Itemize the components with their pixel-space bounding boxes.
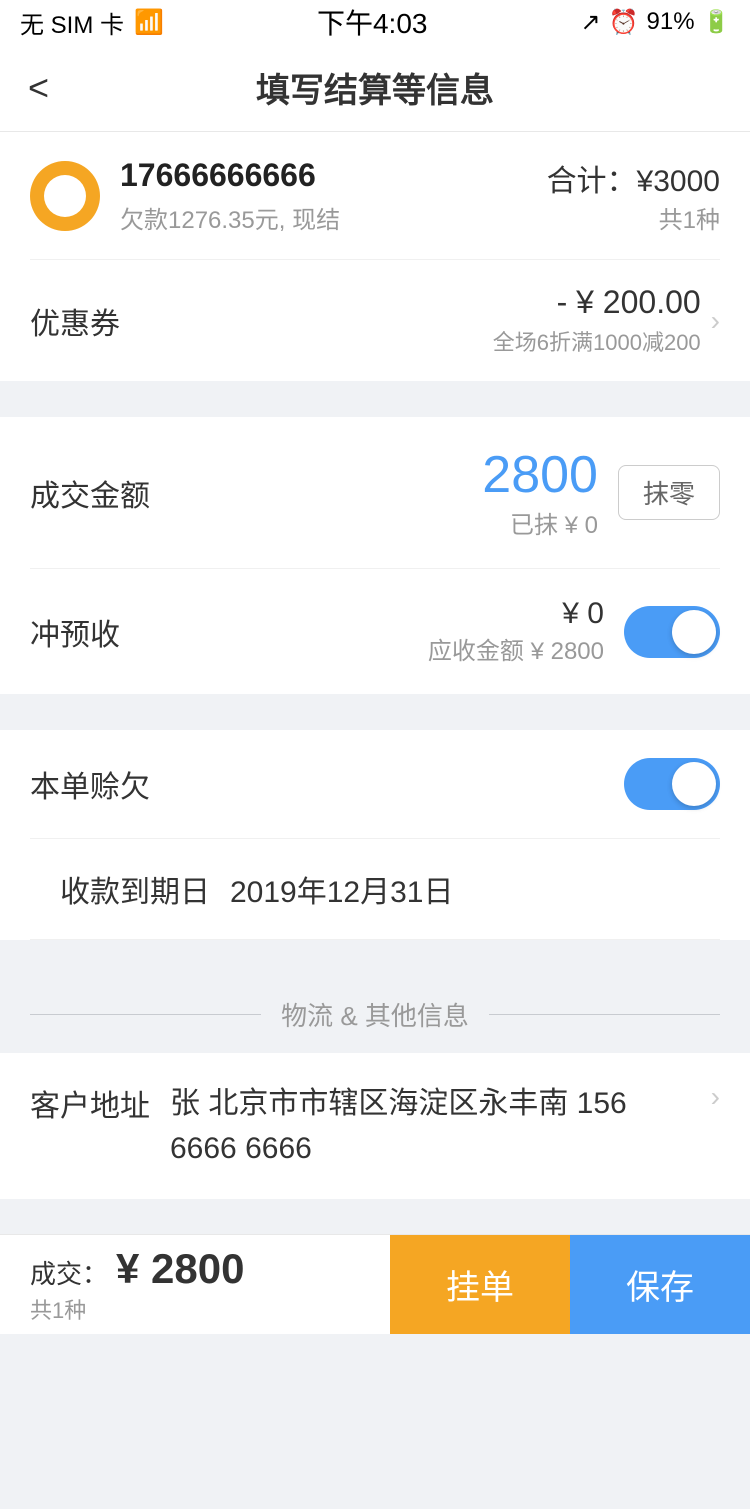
already-zero-text: 已抹 ¥ 0: [510, 505, 598, 540]
chevron-right-icon: ›: [711, 305, 720, 337]
bottom-bar: 成交： ¥ 2800 共1种 挂单 保存: [0, 1234, 750, 1334]
nav-bar: < 填写结算等信息: [0, 44, 750, 132]
bottom-count: 共1种: [30, 1293, 360, 1325]
deal-amount-col: 2800 已抹 ¥ 0: [482, 445, 598, 540]
bottom-info: 成交： ¥ 2800 共1种: [0, 1235, 390, 1334]
total-count: 共1种: [547, 200, 720, 235]
user-phone: 17666666666: [120, 157, 340, 194]
section-title-row: 物流 & 其他信息: [0, 976, 750, 1053]
battery-icon: 🔋: [703, 9, 730, 35]
gray-separator-2: [0, 710, 750, 730]
bottom-deal-label: 成交：: [30, 1254, 108, 1291]
hang-order-button[interactable]: 挂单: [390, 1235, 570, 1334]
bottom-deal-amount: ¥ 2800: [116, 1245, 244, 1293]
section-line-left: [30, 1014, 261, 1015]
user-row: 17666666666 欠款1276.35元, 现结 合计：¥3000 共1种: [0, 132, 750, 259]
chong-yushou-amount: ¥ 0: [562, 597, 604, 631]
total-amount: 合计：¥3000: [547, 156, 720, 200]
avatar: [30, 161, 100, 231]
gray-separator-3: [0, 956, 750, 976]
chong-yushou-row: 冲预收 ¥ 0 应收金额 ¥ 2800: [30, 569, 720, 694]
status-time: 下午4:03: [317, 2, 428, 42]
bei-dan-label: 本单赊欠: [30, 762, 150, 806]
user-info: 17666666666 欠款1276.35元, 现结: [120, 157, 340, 235]
deal-amount-label: 成交金额: [30, 471, 150, 515]
location-icon: ↗: [581, 8, 601, 37]
coupon-label: 优惠券: [30, 299, 120, 343]
no-sim-text: 无 SIM 卡: [20, 5, 124, 40]
chong-yushou-amount-col: ¥ 0 应收金额 ¥ 2800: [428, 597, 604, 666]
address-row[interactable]: 客户地址 张 北京市市辖区海淀区永丰南 156 6666 6666 ›: [0, 1053, 750, 1199]
bei-dan-toggle-knob: [672, 762, 716, 806]
address-chevron-icon: ›: [711, 1081, 720, 1113]
save-button[interactable]: 保存: [570, 1235, 750, 1334]
toggle-knob: [672, 610, 716, 654]
deal-amount-row: 成交金额 2800 已抹 ¥ 0 抹零: [30, 417, 720, 569]
alarm-icon: ⏰: [609, 8, 639, 37]
user-debt: 欠款1276.35元, 现结: [120, 200, 340, 235]
wifi-icon: 📶: [134, 8, 164, 37]
chong-yushou-label: 冲预收: [30, 610, 120, 654]
coupon-desc: 全场6折满1000减200: [493, 325, 701, 357]
battery-text: 91%: [647, 8, 695, 36]
due-date-value: 2019年12月31日: [230, 867, 453, 911]
coupon-discount: - ¥ 200.00: [557, 284, 701, 321]
status-right: ↗ ⏰ 91% 🔋: [581, 8, 730, 37]
chong-yushou-value-area: ¥ 0 应收金额 ¥ 2800: [428, 597, 720, 666]
page-title: 填写结算等信息: [256, 63, 494, 112]
section-line-right: [489, 1014, 720, 1015]
coupon-row[interactable]: 优惠券 - ¥ 200.00 全场6折满1000减200 ›: [0, 260, 750, 381]
address-label: 客户地址: [30, 1081, 150, 1125]
back-button[interactable]: <: [28, 67, 49, 109]
deal-amount-value-area: 2800 已抹 ¥ 0 抹零: [482, 445, 720, 540]
form-section: 成交金额 2800 已抹 ¥ 0 抹零 冲预收 ¥ 0 应收金额 ¥ 2800: [0, 417, 750, 694]
bei-dan-row: 本单赊欠: [30, 730, 720, 839]
user-section: 17666666666 欠款1276.35元, 现结 合计：¥3000 共1种 …: [0, 132, 750, 381]
due-date-row: 收款到期日 2019年12月31日: [30, 839, 720, 940]
user-left: 17666666666 欠款1276.35元, 现结: [30, 157, 340, 235]
due-date-label: 收款到期日: [60, 867, 210, 911]
bei-dan-toggle[interactable]: [624, 758, 720, 810]
chong-yushou-receivable: 应收金额 ¥ 2800: [428, 631, 604, 666]
section-title-text: 物流 & 其他信息: [281, 996, 469, 1033]
gray-separator-1: [0, 397, 750, 417]
status-bar: 无 SIM 卡 📶 下午4:03 ↗ ⏰ 91% 🔋: [0, 0, 750, 44]
round-zero-button[interactable]: 抹零: [618, 465, 720, 520]
status-left: 无 SIM 卡 📶: [20, 5, 164, 40]
chong-yushou-toggle[interactable]: [624, 606, 720, 658]
coupon-right-col: - ¥ 200.00 全场6折满1000减200: [493, 284, 701, 357]
bei-dan-section: 本单赊欠 收款到期日 2019年12月31日: [0, 730, 750, 940]
user-right: 合计：¥3000 共1种: [547, 156, 720, 235]
address-value: 张 北京市市辖区海淀区永丰南 156 6666 6666: [170, 1081, 701, 1171]
coupon-right: - ¥ 200.00 全场6折满1000减200 ›: [493, 284, 720, 357]
deal-amount-number: 2800: [482, 445, 598, 505]
avatar-inner: [44, 175, 86, 217]
